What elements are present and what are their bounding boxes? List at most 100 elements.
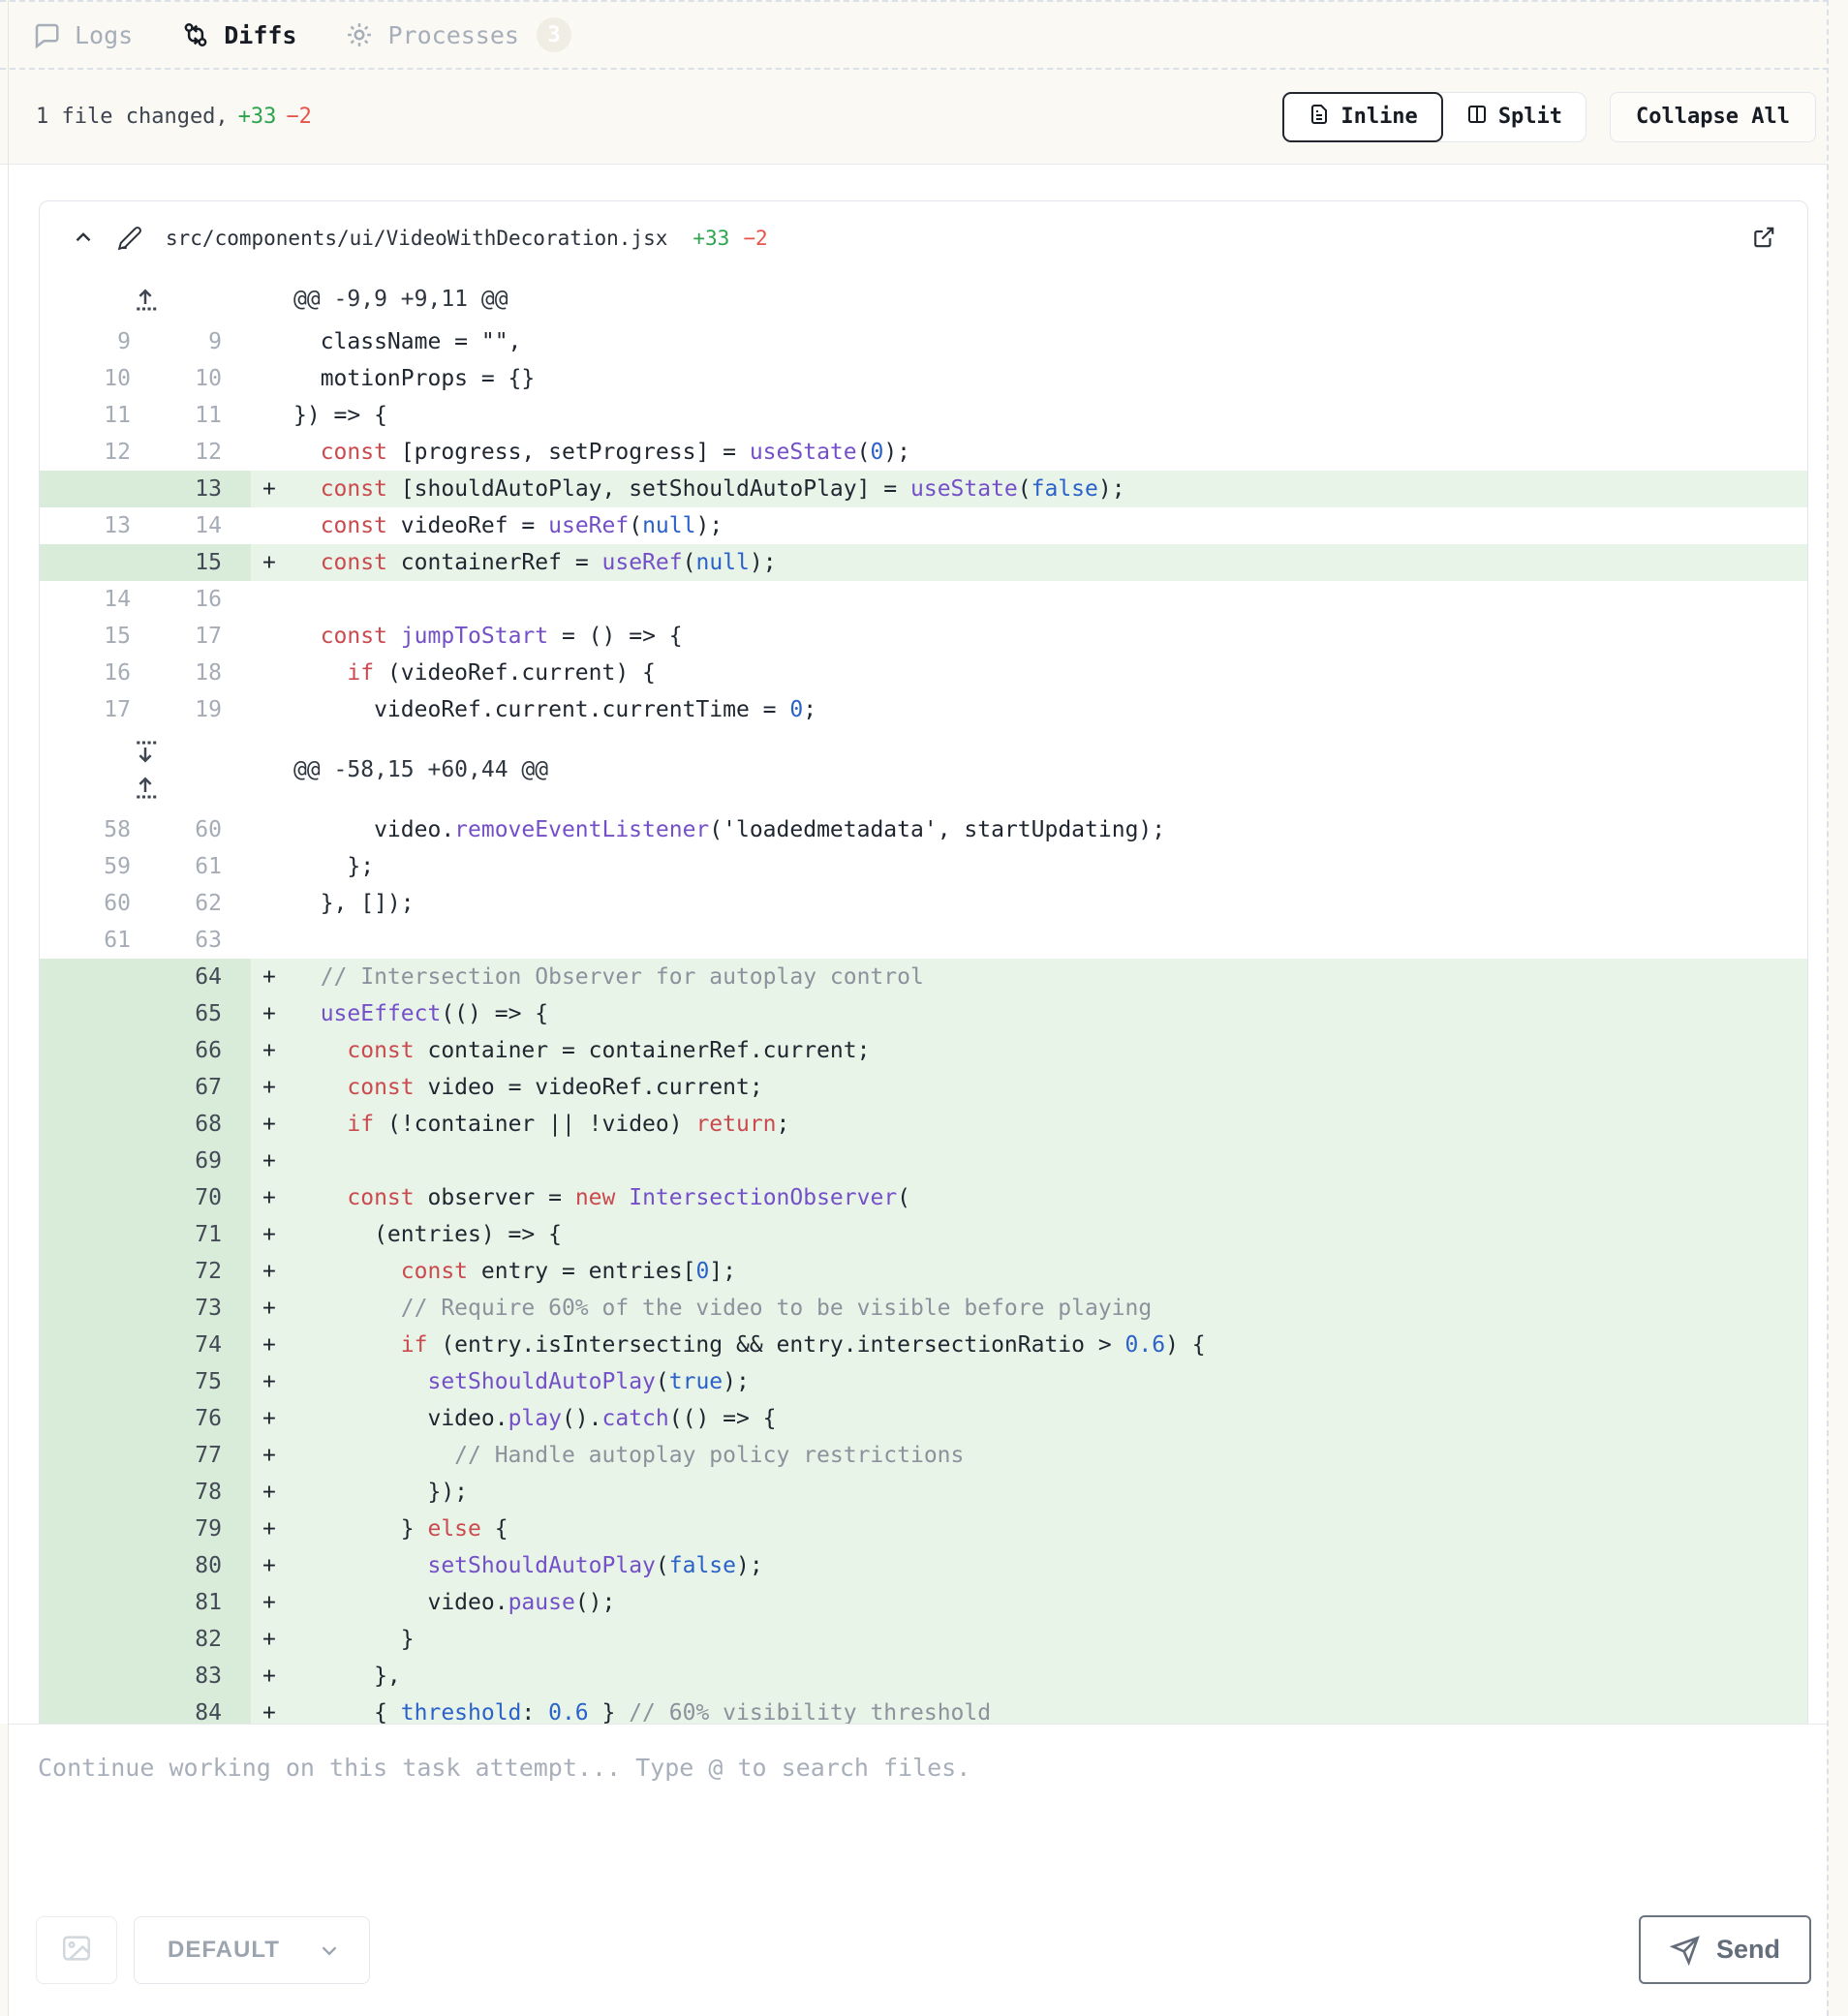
old-line-number <box>40 1290 156 1327</box>
diff-line: 76 + video.play().catch(() => { <box>40 1400 1807 1437</box>
diff-marker: + <box>251 1621 293 1658</box>
old-line-number <box>40 1179 156 1216</box>
diff-marker: + <box>251 1179 293 1216</box>
code-text: const entry = entries[0]; <box>293 1253 1807 1290</box>
paper-plane-icon <box>1669 1935 1701 1966</box>
old-line-number <box>40 1327 156 1363</box>
diff-marker: + <box>251 1327 293 1363</box>
tab-logs[interactable]: Logs <box>32 20 133 49</box>
collapse-file-button[interactable] <box>67 221 100 257</box>
new-line-number: 12 <box>195 440 222 465</box>
diff-line: 79 + } else { <box>40 1511 1807 1547</box>
split-view-button[interactable]: Split <box>1442 93 1586 141</box>
tab-processes[interactable]: Processes 3 <box>345 17 571 52</box>
old-line-number <box>40 1474 156 1511</box>
diff-line: 84 + { threshold: 0.6 } // 60% visibility… <box>40 1695 1807 1724</box>
old-line-number <box>40 1253 156 1290</box>
diff-line: 13 + const [shouldAutoPlay, setShouldAuto… <box>40 471 1807 507</box>
chevron-up-icon <box>71 225 96 253</box>
send-button[interactable]: Send <box>1638 1915 1811 1984</box>
old-line-number: 16 <box>104 660 131 686</box>
diff-marker: + <box>251 1069 293 1106</box>
old-line-number <box>40 1400 156 1437</box>
diff-line: 71 + (entries) => { <box>40 1216 1807 1253</box>
diff-marker: + <box>251 1253 293 1290</box>
old-line-number <box>40 1032 156 1069</box>
old-line-number: 10 <box>104 366 131 391</box>
code-text: useEffect(() => { <box>293 995 1807 1032</box>
expand-up-icon[interactable] <box>131 285 160 314</box>
additions-count: +33 <box>237 105 277 129</box>
diff-line: 74 + if (entry.isIntersecting && entry.in… <box>40 1327 1807 1363</box>
code-text: setShouldAutoPlay(true); <box>293 1363 1807 1400</box>
new-line-number: 72 <box>156 1253 251 1290</box>
diff-marker <box>251 848 293 885</box>
gear-icon <box>345 20 374 49</box>
new-line-number: 63 <box>195 928 222 953</box>
old-line-number <box>40 1584 156 1621</box>
diff-marker: + <box>251 1400 293 1437</box>
edit-pencil-icon <box>117 226 142 251</box>
open-file-button[interactable] <box>1747 221 1780 257</box>
profile-selected-value: DEFAULT <box>168 1936 280 1963</box>
new-line-number: 61 <box>195 854 222 879</box>
old-line-number <box>40 1621 156 1658</box>
scrollbar-track[interactable] <box>1827 0 1848 2016</box>
code-text: const [shouldAutoPlay, setShouldAutoPlay… <box>293 471 1807 507</box>
new-line-number: 71 <box>156 1216 251 1253</box>
diff-line: 69 + <box>40 1143 1807 1179</box>
new-line-number: 68 <box>156 1106 251 1143</box>
files-changed-summary: 1 file changed, +33 −2 <box>36 105 312 129</box>
code-text: motionProps = {} <box>293 366 536 391</box>
old-line-number: 60 <box>104 891 131 916</box>
diff-line: 66 + const container = containerRef.curre… <box>40 1032 1807 1069</box>
code-text: const containerRef = useRef(null); <box>293 544 1807 581</box>
diff-line: 77 + // Handle autoplay policy restrictio… <box>40 1437 1807 1474</box>
code-text: if (videoRef.current) { <box>347 660 656 686</box>
document-icon <box>1308 103 1331 132</box>
tab-label: Diffs <box>224 20 297 49</box>
message-input[interactable]: Continue working on this task attempt...… <box>9 1725 1827 1782</box>
new-line-number: 73 <box>156 1290 251 1327</box>
new-line-number: 62 <box>195 891 222 916</box>
diff-marker <box>251 581 293 618</box>
new-line-number: 81 <box>156 1584 251 1621</box>
code-text: if (!container || !video) return; <box>293 1106 1807 1143</box>
profile-selector[interactable]: DEFAULT <box>134 1915 370 1984</box>
expand-up-icon[interactable] <box>131 773 160 802</box>
diff-marker: + <box>251 1511 293 1547</box>
inline-view-button[interactable]: Inline <box>1282 91 1443 142</box>
old-line-number <box>40 1547 156 1584</box>
code-text: (entries) => { <box>293 1216 1807 1253</box>
diff-marker <box>251 885 293 922</box>
tab-diffs[interactable]: Diffs <box>181 20 296 49</box>
new-line-number: 74 <box>156 1327 251 1363</box>
code-text: videoRef.current.currentTime = 0; <box>293 697 817 722</box>
diff-line: 58 60 video.removeEventListener('loadedme… <box>40 811 1807 848</box>
code-text: video.pause(); <box>293 1584 1807 1621</box>
old-line-number <box>40 1658 156 1695</box>
new-line-number: 17 <box>195 624 222 649</box>
expand-down-icon[interactable] <box>131 738 160 767</box>
code-text: const observer = new IntersectionObserve… <box>293 1179 1807 1216</box>
diff-summary-bar: 1 file changed, +33 −2 Inline Split Coll… <box>0 70 1848 165</box>
code-text: }); <box>293 1474 1807 1511</box>
diff-line: 60 62 }, []); <box>40 885 1807 922</box>
attach-image-button[interactable] <box>36 1915 117 1984</box>
new-line-number: 80 <box>156 1547 251 1584</box>
new-line-number: 83 <box>156 1658 251 1695</box>
new-line-number: 75 <box>156 1363 251 1400</box>
diff-marker: + <box>251 1290 293 1327</box>
tab-badge: 3 <box>536 17 571 52</box>
old-line-number <box>40 1143 156 1179</box>
old-line-number: 13 <box>104 513 131 538</box>
diff-marker: + <box>251 995 293 1032</box>
new-line-number: 14 <box>195 513 222 538</box>
diff-line: 67 + const video = videoRef.current; <box>40 1069 1807 1106</box>
diff-marker <box>251 434 293 471</box>
collapse-all-button[interactable]: Collapse All <box>1610 91 1816 142</box>
code-text: video.play().catch(() => { <box>293 1400 1807 1437</box>
code-text: }, []); <box>293 891 415 916</box>
old-line-number <box>40 471 156 507</box>
